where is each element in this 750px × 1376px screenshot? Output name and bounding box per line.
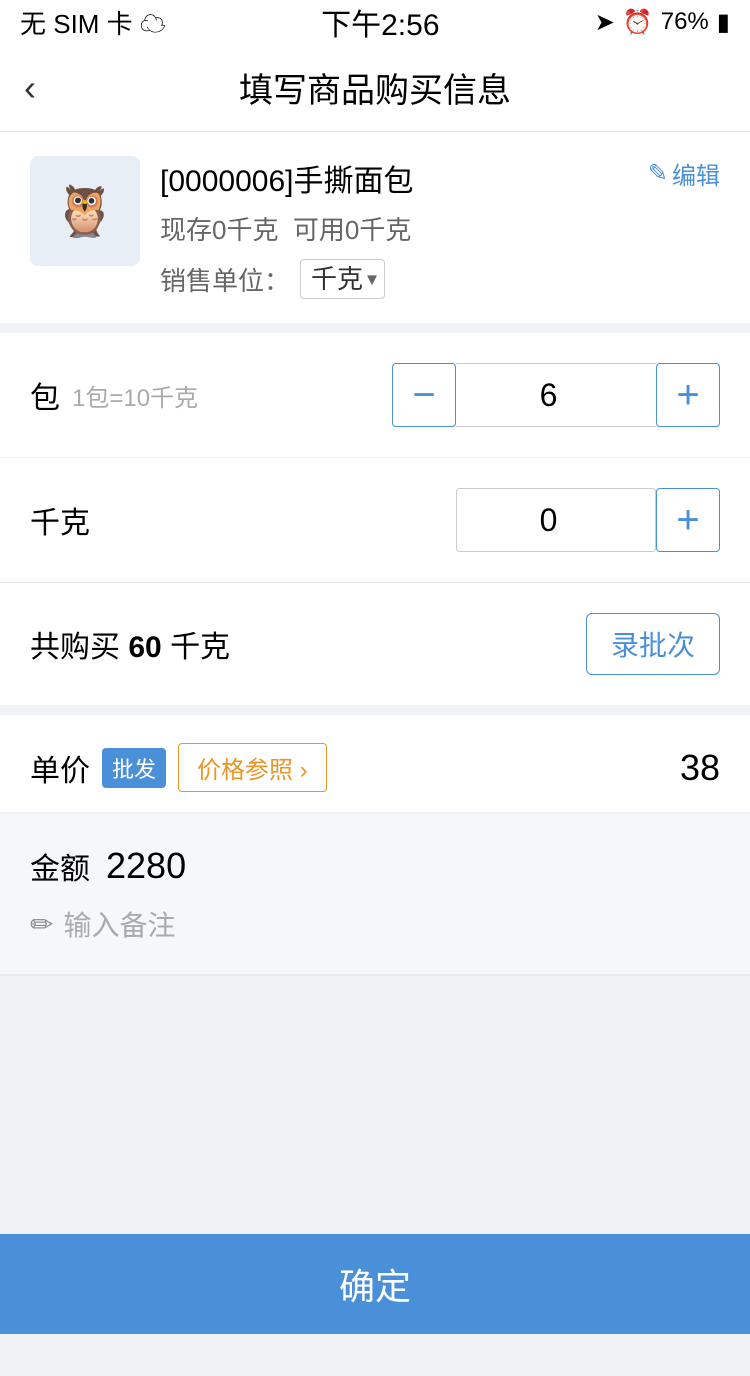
quantity-label-bao: 包 1包=10千克	[30, 373, 392, 417]
unit-select[interactable]: 千克	[300, 259, 385, 299]
amount-row: 金额 2280	[30, 844, 720, 888]
quantity-bao-input[interactable]	[456, 363, 656, 427]
product-unit-row: 销售单位： 千克	[160, 259, 720, 299]
quantity-control-bao: − +	[392, 363, 720, 427]
status-right: ➤ ⏰ 76% ▮	[595, 8, 730, 37]
alarm-icon: ⏰	[623, 8, 653, 37]
amount-label: 金额	[30, 844, 90, 888]
empty-area	[0, 976, 750, 1276]
price-ref-button[interactable]: 价格参照 ›	[178, 743, 327, 792]
edit-button[interactable]: ✎ 编辑	[648, 156, 720, 191]
confirm-bar[interactable]: 确定	[0, 1234, 750, 1334]
total-row: 共购买 60 千克 录批次	[0, 583, 750, 715]
remark-row[interactable]: ✏ 输入备注	[30, 904, 720, 944]
price-row: 单价 批发 价格参照 › 38	[30, 743, 720, 792]
product-name: [0000006]手撕面包	[160, 156, 413, 200]
pencil-icon: ✏	[30, 908, 53, 941]
status-time: 下午2:56	[321, 0, 439, 44]
price-section: 单价 批发 价格参照 › 38	[0, 715, 750, 814]
increase-bao-button[interactable]: +	[656, 363, 720, 427]
battery-icon: ▮	[717, 8, 730, 37]
remark-placeholder: 输入备注	[63, 904, 175, 944]
quantity-label-kg: 千克	[30, 498, 456, 542]
nav-bar: ‹ 填写商品购买信息	[0, 44, 750, 132]
battery-level: 76%	[661, 8, 709, 36]
quantity-row-bao: 包 1包=10千克 − +	[0, 333, 750, 458]
product-name-row: [0000006]手撕面包 ✎ 编辑	[160, 156, 720, 200]
product-owl-icon: 🦉	[54, 182, 116, 241]
amount-value: 2280	[106, 845, 186, 887]
total-text: 共购买 60 千克	[30, 622, 230, 666]
quantity-row-kg: 千克 +	[0, 458, 750, 582]
page-title: 填写商品购买信息	[239, 63, 511, 112]
quantity-section-bao: 包 1包=10千克 − + 千克 +	[0, 333, 750, 583]
price-label: 单价	[30, 746, 90, 790]
location-icon: ➤	[595, 8, 615, 37]
sim-status: 无 SIM 卡 ☁	[20, 4, 166, 41]
quantity-control-kg: +	[456, 488, 720, 552]
price-value: 38	[680, 747, 720, 789]
back-button[interactable]: ‹	[24, 67, 36, 109]
product-stock: 现存0千克 可用0千克	[160, 210, 720, 247]
unit-label: 销售单位：	[160, 261, 290, 298]
quantity-sublabel-bao: 1包=10千克	[72, 378, 198, 413]
status-left: 无 SIM 卡 ☁	[20, 4, 166, 41]
confirm-text: 确定	[339, 1258, 411, 1310]
increase-kg-button[interactable]: +	[656, 488, 720, 552]
edit-icon: ✎	[648, 159, 668, 188]
amount-section: 金额 2280 ✏ 输入备注	[0, 814, 750, 976]
product-image: 🦉	[30, 156, 140, 266]
product-card: 🦉 [0000006]手撕面包 ✎ 编辑 现存0千克 可用0千克 销售单位： 千…	[0, 132, 750, 333]
price-left: 单价 批发 价格参照 ›	[30, 743, 327, 792]
price-tag: 批发	[102, 748, 166, 788]
quantity-kg-input[interactable]	[456, 488, 656, 552]
decrease-bao-button[interactable]: −	[392, 363, 456, 427]
status-bar: 无 SIM 卡 ☁ 下午2:56 ➤ ⏰ 76% ▮	[0, 0, 750, 44]
batch-button[interactable]: 录批次	[586, 613, 720, 675]
product-info: [0000006]手撕面包 ✎ 编辑 现存0千克 可用0千克 销售单位： 千克	[160, 156, 720, 299]
unit-select-wrapper[interactable]: 千克	[300, 259, 385, 299]
